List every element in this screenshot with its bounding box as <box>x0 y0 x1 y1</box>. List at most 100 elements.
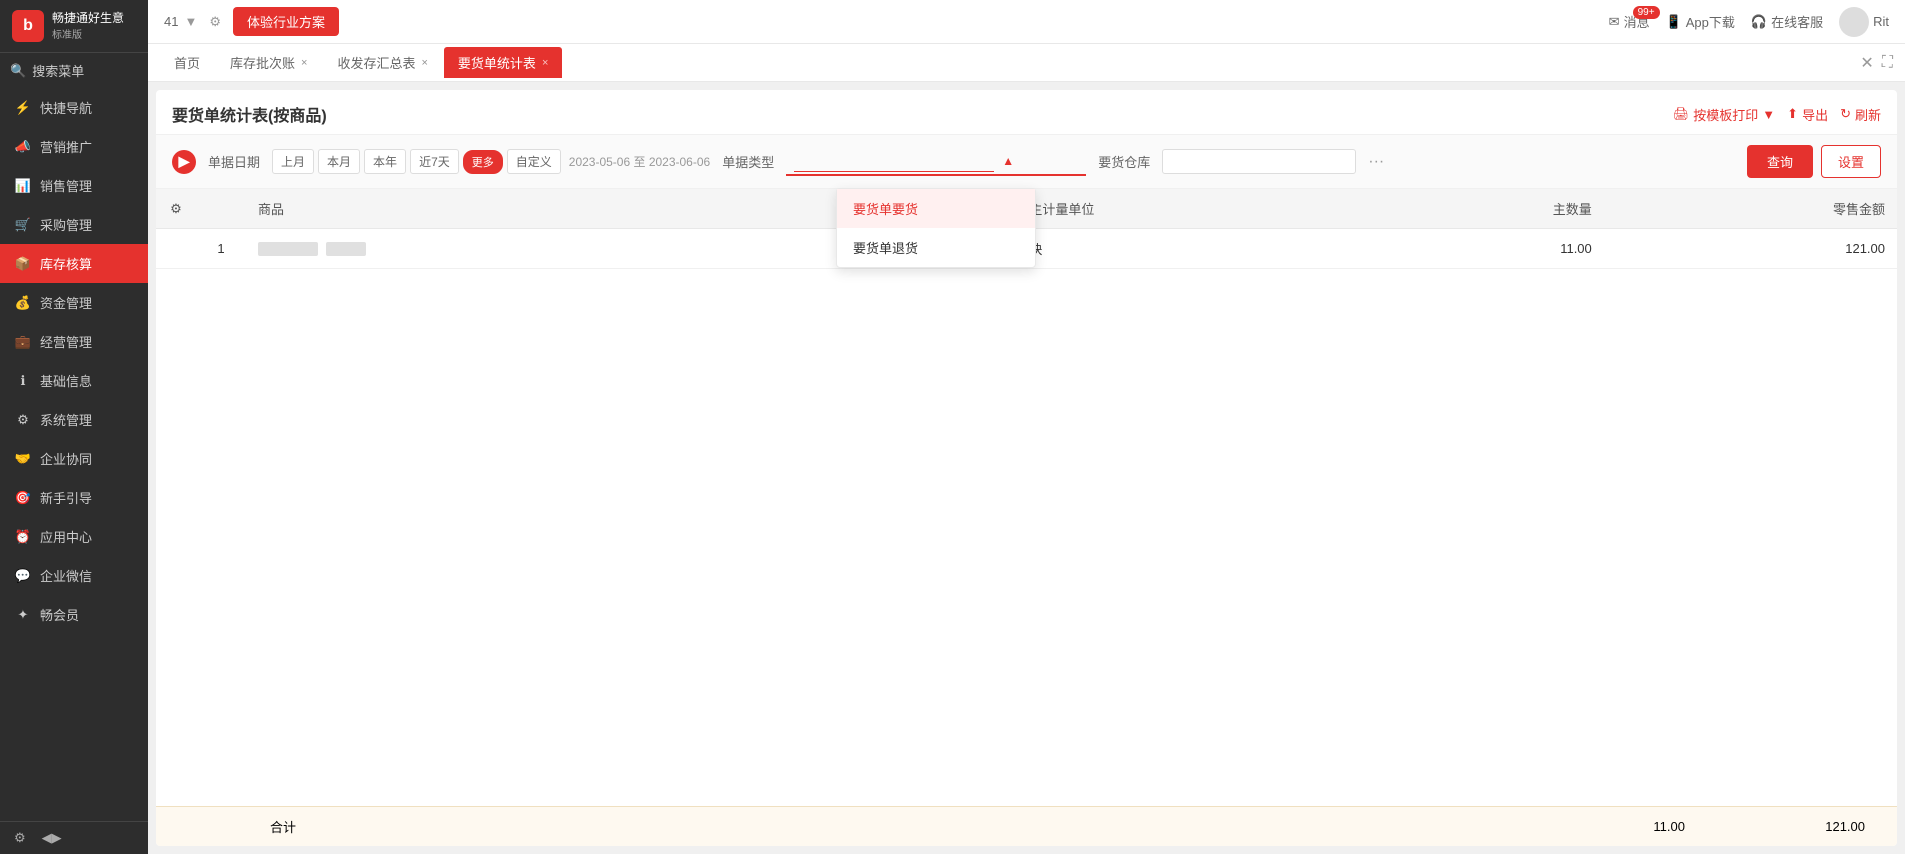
tab-kucun-pici[interactable]: 库存批次账 × <box>216 47 321 78</box>
sidebar-item-jingying[interactable]: 💼 经营管理 <box>0 322 148 361</box>
tab-home-label: 首页 <box>174 53 200 72</box>
store-selector[interactable]: 41 ▼ <box>164 14 197 29</box>
handshake-icon: 🤝 <box>14 450 32 468</box>
sidebar-item-label: 资金管理 <box>40 293 92 312</box>
refresh-button[interactable]: ↻ 刷新 <box>1840 105 1881 124</box>
footer-label: 合计 <box>258 817 458 836</box>
tab-home[interactable]: 首页 <box>160 47 214 78</box>
trial-button[interactable]: 体验行业方案 <box>233 7 339 36</box>
sidebar-item-yingxiao[interactable]: 📣 营销推广 <box>0 127 148 166</box>
vip-icon: ✦ <box>14 606 32 624</box>
sidebar-item-xitong[interactable]: ⚙ 系统管理 <box>0 400 148 439</box>
page-content: 要货单统计表(按商品) 🖨 按模板打印 ▼ ⬆ 导出 ↻ 刷新 ▶ <box>156 90 1897 846</box>
search-menu[interactable]: 🔍 搜索菜单 <box>0 53 148 88</box>
warehouse-filter-label: 要货仓库 <box>1098 152 1150 171</box>
date-btn-7days[interactable]: 近7天 <box>410 149 459 174</box>
warehouse-filter-input[interactable] <box>1162 149 1356 174</box>
footer-qty: 11.00 <box>1585 819 1685 834</box>
user-avatar-item[interactable]: Rit <box>1839 7 1889 37</box>
store-number: 41 <box>164 14 178 29</box>
money-icon: 💰 <box>14 294 32 312</box>
online-service-item[interactable]: 🎧 在线客服 <box>1751 12 1823 31</box>
date-range-text: 2023-05-06 至 2023-06-06 <box>569 153 710 170</box>
sidebar-item-label: 应用中心 <box>40 527 92 546</box>
type-filter-input[interactable] <box>794 150 994 172</box>
date-btn-last-month[interactable]: 上月 <box>272 149 314 174</box>
sidebar-footer-collapse[interactable]: ◀▶ <box>42 830 62 846</box>
col-unit: 主计量单位 <box>1017 189 1360 229</box>
dropdown-item-label: 要货单要货 <box>853 202 918 217</box>
date-btn-this-month[interactable]: 本月 <box>318 149 360 174</box>
col-index <box>196 189 246 229</box>
filter-right-actions: 查询 设置 <box>1747 145 1881 178</box>
tab-expand-icon[interactable]: ✕ <box>1860 53 1873 73</box>
sidebar-item-jichu[interactable]: ℹ 基础信息 <box>0 361 148 400</box>
sidebar-item-label: 企业微信 <box>40 566 92 585</box>
sidebar-item-label: 营销推广 <box>40 137 92 156</box>
export-label: 导出 <box>1802 105 1828 124</box>
sidebar-item-kucun[interactable]: 📦 库存核算 <box>0 244 148 283</box>
sidebar-item-label: 库存核算 <box>40 254 92 273</box>
col-settings[interactable]: ⚙ <box>156 189 196 229</box>
sidebar-item-kuaijie[interactable]: ⚡ 快捷导航 <box>0 88 148 127</box>
tab-close-icon[interactable]: × <box>421 57 427 69</box>
date-btn-custom[interactable]: 自定义 <box>507 149 561 174</box>
sidebar-item-label: 基础信息 <box>40 371 92 390</box>
type-dropdown: 要货单要货 要货单退货 <box>836 188 1036 268</box>
sidebar-item-label: 企业协同 <box>40 449 92 468</box>
sidebar-item-zijin[interactable]: 💰 资金管理 <box>0 283 148 322</box>
tab-label: 库存批次账 <box>230 53 295 72</box>
settings-button[interactable]: 设置 <box>1821 145 1881 178</box>
dropdown-item-yaohuo-yanhuo[interactable]: 要货单要货 <box>837 189 1035 228</box>
settings-icon[interactable]: ⚙ <box>209 14 221 30</box>
app-sub: 标准版 <box>52 26 124 41</box>
export-button[interactable]: ⬆ 导出 <box>1787 105 1828 124</box>
sidebar-item-qiye[interactable]: 🤝 企业协同 <box>0 439 148 478</box>
message-item[interactable]: ✉ 消息 99+ <box>1609 12 1650 31</box>
type-dropdown-toggle[interactable]: ▲ <box>1002 154 1014 168</box>
print-button[interactable]: 🖨 按模板打印 ▼ <box>1673 105 1775 124</box>
sidebar-item-xinshou[interactable]: 🎯 新手引导 <box>0 478 148 517</box>
sidebar-item-label: 新手引导 <box>40 488 92 507</box>
tab-close-icon[interactable]: × <box>542 57 548 69</box>
briefcase-icon: 💼 <box>14 333 32 351</box>
tab-shoufacun[interactable]: 收发存汇总表 × <box>323 47 441 78</box>
online-service-label: 在线客服 <box>1771 12 1823 31</box>
print-icon: 🖨 <box>1673 106 1690 122</box>
sidebar-item-vip[interactable]: ✦ 畅会员 <box>0 595 148 634</box>
refresh-label: 刷新 <box>1855 105 1881 124</box>
sidebar-item-xiaoshou[interactable]: 📊 销售管理 <box>0 166 148 205</box>
sidebar-item-label: 采购管理 <box>40 215 92 234</box>
info-icon: ℹ <box>14 372 32 390</box>
sidebar-item-weixin[interactable]: 💬 企业微信 <box>0 556 148 595</box>
guide-icon: 🎯 <box>14 489 32 507</box>
filter-expand-button[interactable]: ▶ <box>172 150 196 174</box>
dropdown-item-label: 要货单退货 <box>853 241 918 256</box>
inventory-icon: 📦 <box>14 255 32 273</box>
search-label: 搜索菜单 <box>32 61 84 80</box>
sidebar-footer-settings[interactable]: ⚙ <box>14 830 26 846</box>
query-button[interactable]: 查询 <box>1747 145 1813 178</box>
sidebar-item-label: 畅会员 <box>40 605 79 624</box>
date-btn-this-year[interactable]: 本年 <box>364 149 406 174</box>
table-footer: 合计 11.00 121.00 <box>156 806 1897 846</box>
type-filter-wrapper[interactable]: ▲ <box>786 148 1086 176</box>
date-btn-more[interactable]: 更多 <box>463 150 503 174</box>
sidebar-item-apps[interactable]: ⏰ 应用中心 <box>0 517 148 556</box>
sidebar-item-caigou[interactable]: 🛒 采购管理 <box>0 205 148 244</box>
wechat-icon: 💬 <box>14 567 32 585</box>
filter-bar: ▶ 单据日期 上月 本月 本年 近7天 更多 自定义 2023-05-06 至 … <box>156 135 1897 189</box>
dropdown-item-yaohuo-tuihuo[interactable]: 要货单退货 <box>837 228 1035 267</box>
filter-more-options[interactable]: ··· <box>1368 153 1384 171</box>
table-wrapper: ⚙ 商品 主计量单位 主数量 零售金额 1 <box>156 189 1897 806</box>
app-download-item[interactable]: 📱 App下载 <box>1666 12 1735 31</box>
date-filter-label: 单据日期 <box>208 152 260 171</box>
tab-label: 收发存汇总表 <box>337 53 415 72</box>
cart-icon: 🛒 <box>14 216 32 234</box>
tab-close-icon[interactable]: × <box>301 57 307 69</box>
date-filter-group: 上月 本月 本年 近7天 更多 自定义 2023-05-06 至 2023-06… <box>272 149 710 174</box>
tab-yaohuo[interactable]: 要货单统计表 × <box>444 47 562 78</box>
message-badge: 99+ <box>1633 6 1660 19</box>
tab-fullscreen-icon[interactable]: ⛶ <box>1882 54 1893 72</box>
cell-settings <box>156 229 196 269</box>
